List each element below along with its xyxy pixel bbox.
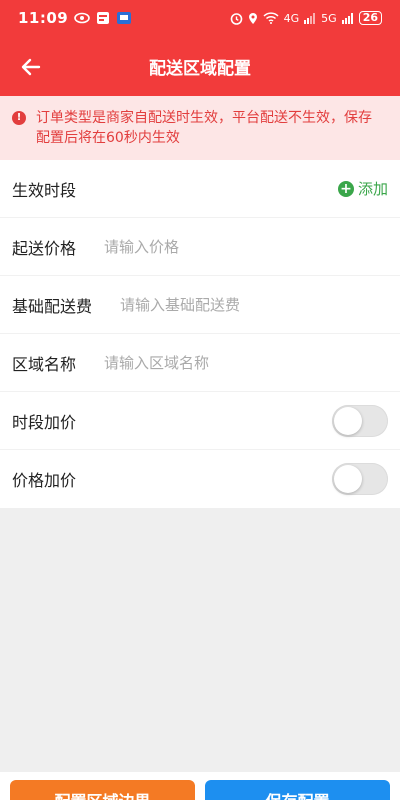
signal-icon-2 [341, 12, 353, 24]
battery-indicator: 26 [358, 11, 382, 25]
time-surcharge-label: 时段加价 [12, 412, 77, 432]
base-fee-label: 基础配送费 [12, 296, 93, 316]
location-icon [248, 12, 257, 24]
back-button[interactable] [14, 50, 48, 84]
arrow-left-icon [21, 58, 41, 76]
header: 11:09 4G 5G 26 配送区域配置 [0, 0, 400, 96]
toggle-knob [334, 406, 362, 435]
save-config-button[interactable]: 保存配置 [205, 780, 390, 800]
base-fee-input[interactable] [120, 295, 388, 314]
notice-text: 订单类型是商家自配送时生效，平台配送不生效，保存配置后将在60秒内生效 [36, 110, 372, 146]
info-icon: ! [12, 111, 26, 125]
status-right-icons: 4G 5G 26 [230, 11, 382, 25]
bottom-action-bar: 配置区域边界 保存配置 [0, 772, 400, 800]
min-price-row: 起送价格 [0, 218, 400, 276]
network-4g-label: 4G [283, 11, 300, 25]
page-title: 配送区域配置 [149, 58, 251, 79]
price-surcharge-label: 价格加价 [12, 471, 77, 490]
network-5g-label: 5G [321, 11, 337, 25]
min-price-label: 起送价格 [12, 238, 77, 258]
config-form: 生效时段 + 添加 起送价格 基础配送费 区域名称 时段加价 价格加价 [0, 160, 400, 508]
plus-circle-icon: + [337, 180, 354, 197]
time-surcharge-row: 时段加价 [0, 392, 400, 450]
alarm-icon [230, 12, 242, 25]
time-surcharge-toggle[interactable] [332, 404, 388, 437]
min-price-input[interactable] [104, 237, 388, 256]
time-period-row: 生效时段 + 添加 [0, 160, 400, 218]
nav-bar: 配送区域配置 [0, 36, 400, 96]
area-name-row: 区域名称 [0, 334, 400, 392]
add-label: 添加 [357, 180, 388, 198]
price-surcharge-toggle[interactable] [332, 463, 388, 495]
area-name-label: 区域名称 [12, 354, 77, 374]
notice-banner: ! 订单类型是商家自配送时生效，平台配送不生效，保存配置后将在60秒内生效 [0, 96, 400, 160]
area-name-input[interactable] [104, 353, 388, 372]
toggle-knob [334, 465, 362, 493]
status-time: 11:09 [18, 9, 69, 27]
config-area-button[interactable]: 配置区域边界 [10, 780, 195, 800]
status-bar: 11:09 4G 5G 26 [0, 0, 400, 36]
eye-icon [74, 12, 91, 24]
add-time-period-button[interactable]: + 添加 [337, 178, 388, 199]
app-notification-icon [97, 12, 110, 24]
app-notification-icon-2 [117, 12, 132, 24]
status-left-icons [74, 11, 132, 25]
price-surcharge-row: 价格加价 [0, 450, 400, 508]
signal-icon [304, 12, 316, 24]
wifi-icon [263, 12, 279, 24]
base-fee-row: 基础配送费 [0, 276, 400, 334]
time-period-label: 生效时段 [12, 180, 77, 200]
